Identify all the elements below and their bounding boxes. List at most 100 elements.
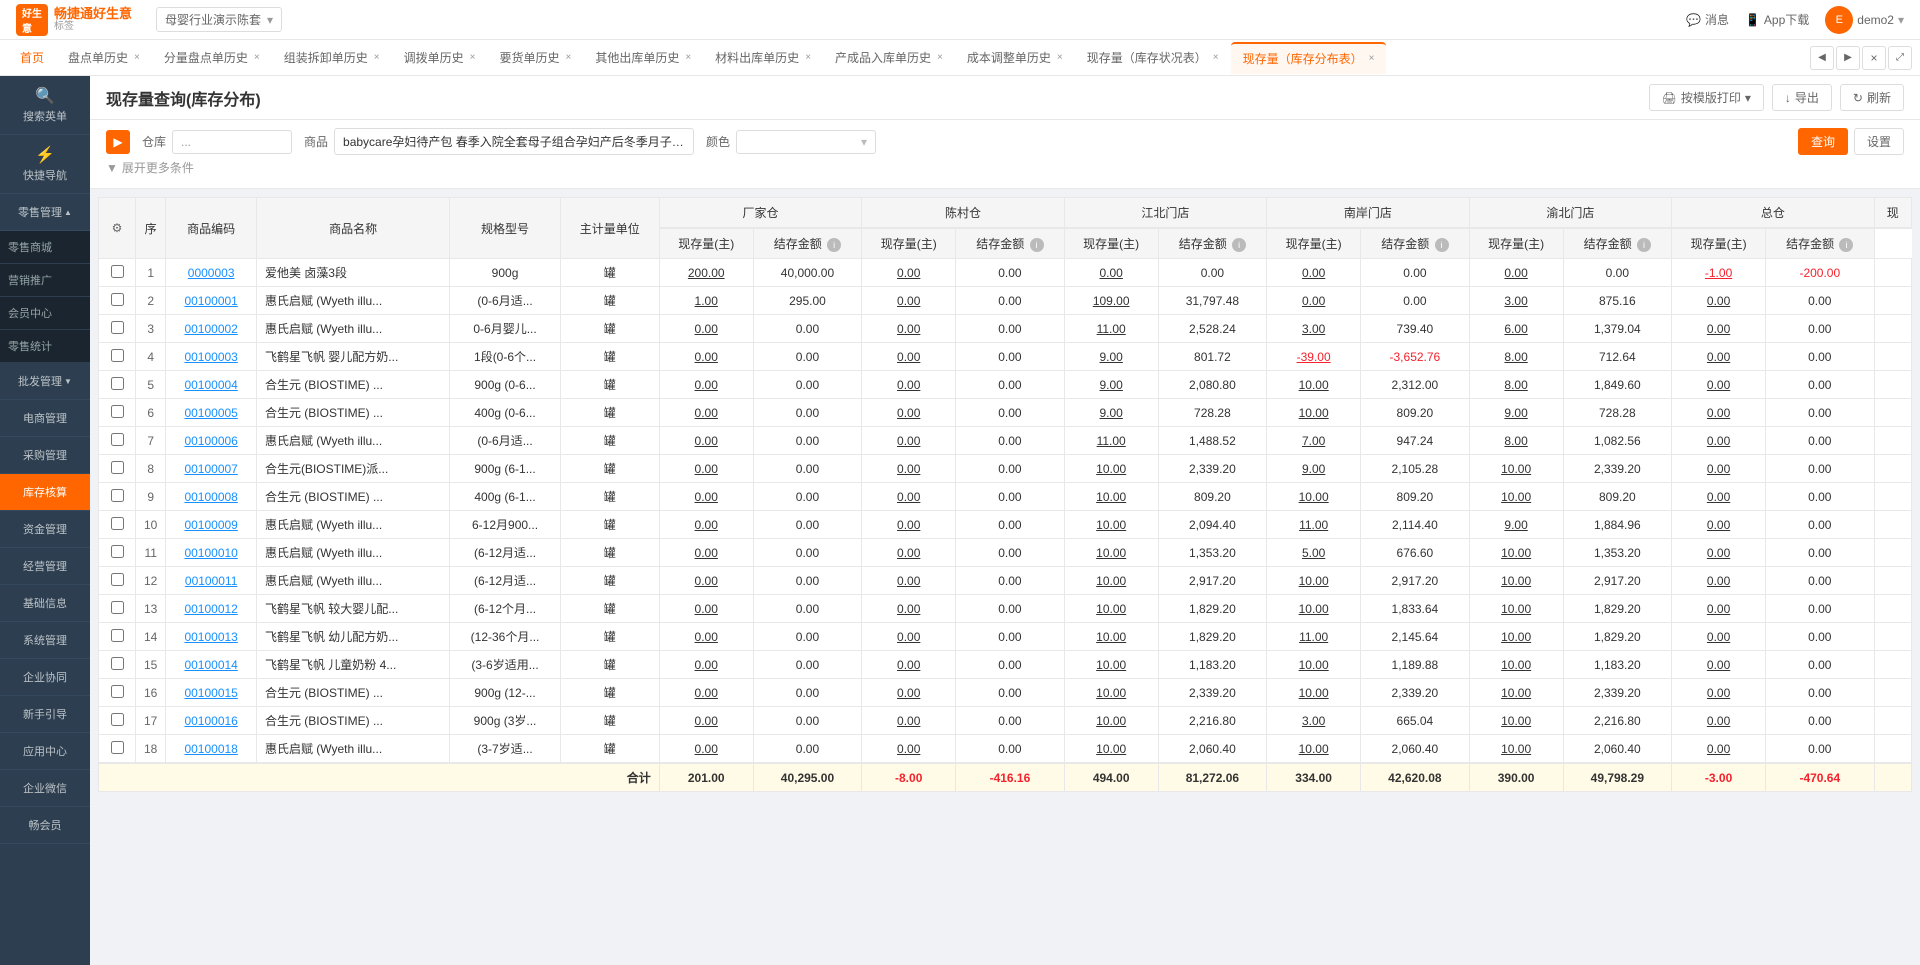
total-amt-info[interactable]: i [1839,238,1853,252]
row-chen-stock[interactable]: 0.00 [862,315,956,343]
row-total-stock[interactable]: 0.00 [1672,455,1766,483]
row-jb-stock[interactable]: 11.00 [1064,315,1158,343]
sidebar-item-purchase[interactable]: 采购管理 [0,437,90,474]
row-fac-stock[interactable]: 0.00 [659,343,753,371]
row-chen-stock[interactable]: 0.00 [862,595,956,623]
row-na-stock[interactable]: 10.00 [1267,567,1361,595]
row-yb-stock[interactable]: 6.00 [1469,315,1563,343]
tab-7-close[interactable]: × [805,52,811,63]
row-checkbox[interactable] [99,567,136,595]
row-yb-stock[interactable]: 10.00 [1469,735,1563,764]
tab-1[interactable]: 盘点单历史 × [56,42,152,74]
sidebar-item-inventory[interactable]: 库存核算 [0,474,90,511]
row-jb-stock[interactable]: 11.00 [1064,427,1158,455]
row-fac-stock[interactable]: 0.00 [659,595,753,623]
row-yb-stock[interactable]: 10.00 [1469,539,1563,567]
tab-4-close[interactable]: × [470,52,476,63]
row-fac-stock[interactable]: 0.00 [659,539,753,567]
row-na-stock[interactable]: 10.00 [1267,483,1361,511]
row-checkbox[interactable] [99,707,136,735]
sidebar-subitem-member[interactable]: 会员中心 [0,297,90,330]
row-fac-stock[interactable]: 0.00 [659,707,753,735]
message-btn[interactable]: 💬 消息 [1686,11,1729,28]
row-total-stock[interactable]: 0.00 [1672,707,1766,735]
row-yb-stock[interactable]: 10.00 [1469,679,1563,707]
sidebar-item-wholesale[interactable]: 批发管理 ▼ [0,363,90,400]
row-fac-stock[interactable]: 0.00 [659,735,753,764]
row-total-stock[interactable]: 0.00 [1672,511,1766,539]
row-checkbox[interactable] [99,483,136,511]
tab-8-close[interactable]: × [937,52,943,63]
row-na-stock[interactable]: 10.00 [1267,651,1361,679]
row-code[interactable]: 00100008 [166,483,257,511]
sidebar-subitem-marketing[interactable]: 营销推广 [0,264,90,297]
row-total-stock[interactable]: 0.00 [1672,343,1766,371]
row-jb-stock[interactable]: 10.00 [1064,623,1158,651]
row-jb-stock[interactable]: 10.00 [1064,651,1158,679]
row-chen-stock[interactable]: 0.00 [862,343,956,371]
row-checkbox[interactable] [99,539,136,567]
row-chen-stock[interactable]: 0.00 [862,287,956,315]
row-code[interactable]: 00100011 [166,567,257,595]
tab-prev-btn[interactable]: ◀ [1810,46,1834,70]
row-total-stock[interactable]: 0.00 [1672,483,1766,511]
sidebar-item-collab[interactable]: 企业协同 [0,659,90,696]
jb-amt-info[interactable]: i [1232,238,1246,252]
row-jb-stock[interactable]: 9.00 [1064,371,1158,399]
row-chen-stock[interactable]: 0.00 [862,483,956,511]
row-yb-stock[interactable]: 10.00 [1469,707,1563,735]
sidebar-item-member2[interactable]: 畅会员 [0,807,90,844]
row-total-stock[interactable]: 0.00 [1672,539,1766,567]
sidebar-item-nav[interactable]: ⚡ 快捷导航 [0,135,90,194]
row-jb-stock[interactable]: 9.00 [1064,399,1158,427]
color-input[interactable]: ▾ [736,130,876,154]
row-chen-stock[interactable]: 0.00 [862,511,956,539]
row-na-stock[interactable]: 10.00 [1267,371,1361,399]
row-code[interactable]: 00100007 [166,455,257,483]
row-chen-stock[interactable]: 0.00 [862,707,956,735]
chen-amt-info[interactable]: i [1030,238,1044,252]
row-code[interactable]: 00100003 [166,343,257,371]
tab-expand-btn[interactable]: ⤢ [1888,46,1912,70]
row-checkbox[interactable] [99,259,136,287]
tab-7[interactable]: 材料出库单历史 × [703,42,823,74]
row-chen-stock[interactable]: 0.00 [862,539,956,567]
tab-1-close[interactable]: × [134,52,140,63]
print-btn[interactable]: 🖨 按模版打印 ▾ [1649,84,1764,111]
row-code[interactable]: 00100001 [166,287,257,315]
tab-5-close[interactable]: × [565,52,571,63]
th-settings[interactable]: ⚙ [99,198,136,259]
sidebar-item-wxwork[interactable]: 企业微信 [0,770,90,807]
row-fac-stock[interactable]: 200.00 [659,259,753,287]
row-total-stock[interactable]: -1.00 [1672,259,1766,287]
sidebar-item-finance[interactable]: 资金管理 [0,511,90,548]
row-jb-stock[interactable]: 0.00 [1064,259,1158,287]
row-checkbox[interactable] [99,679,136,707]
row-total-stock[interactable]: 0.00 [1672,315,1766,343]
row-jb-stock[interactable]: 9.00 [1064,343,1158,371]
row-yb-stock[interactable]: 8.00 [1469,343,1563,371]
product-input[interactable]: babycare孕妇待产包 春季入院全套母子组合孕妇产后冬季月子用品 22件套 … [334,128,694,155]
row-fac-stock[interactable]: 0.00 [659,399,753,427]
row-jb-stock[interactable]: 10.00 [1064,567,1158,595]
row-na-stock[interactable]: 11.00 [1267,623,1361,651]
row-code[interactable]: 00100004 [166,371,257,399]
tab-10-close[interactable]: × [1213,52,1219,63]
tab-home[interactable]: 首页 [8,42,56,74]
row-na-stock[interactable]: 10.00 [1267,735,1361,764]
row-code[interactable]: 00100006 [166,427,257,455]
row-chen-stock[interactable]: 0.00 [862,623,956,651]
row-code[interactable]: 00100014 [166,651,257,679]
sidebar-item-system[interactable]: 系统管理 [0,622,90,659]
tab-2[interactable]: 分量盘点单历史 × [152,42,272,74]
sidebar-item-appcenter[interactable]: 应用中心 [0,733,90,770]
row-fac-stock[interactable]: 0.00 [659,679,753,707]
row-total-stock[interactable]: 0.00 [1672,287,1766,315]
row-fac-stock[interactable]: 0.00 [659,623,753,651]
tab-6[interactable]: 其他出库单历史 × [583,42,703,74]
row-code[interactable]: 0000003 [166,259,257,287]
warehouse-input[interactable]: ... [172,130,292,154]
row-checkbox[interactable] [99,371,136,399]
sidebar-item-search[interactable]: 🔍 搜索英单 [0,76,90,135]
row-jb-stock[interactable]: 10.00 [1064,483,1158,511]
